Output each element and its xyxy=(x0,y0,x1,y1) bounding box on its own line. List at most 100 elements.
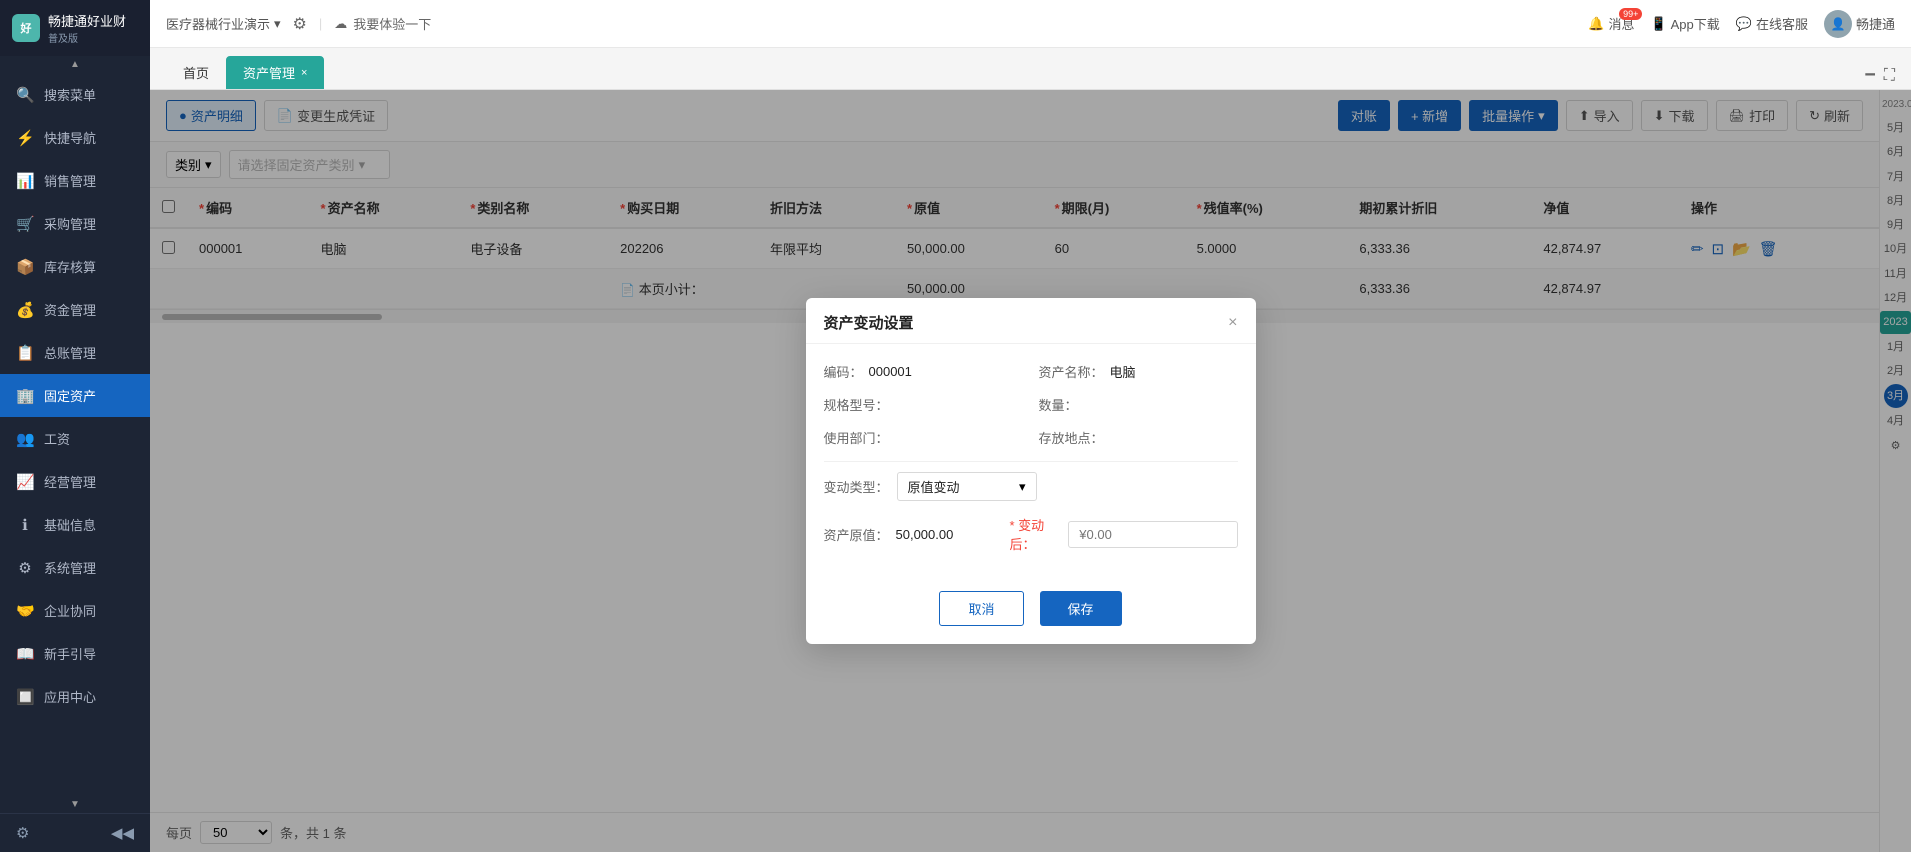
tab-minimize-icon[interactable]: 🗕 xyxy=(1864,62,1875,89)
modal-divider xyxy=(824,461,1238,462)
sidebar-item-system[interactable]: ⚙ 系统管理 xyxy=(0,546,150,589)
modal-after-change-input[interactable] xyxy=(1068,521,1237,548)
user-profile[interactable]: 👤 畅捷通 xyxy=(1824,10,1895,38)
quick-nav-label: 快捷导航 xyxy=(44,128,96,147)
modal-change-type-label: 变动类型： xyxy=(824,477,889,496)
cooperation-label: 企业协同 xyxy=(44,601,96,620)
tab-asset-mgmt[interactable]: 资产管理 × xyxy=(226,56,324,89)
quick-nav-icon: ⚡ xyxy=(16,129,34,147)
basics-label: 基础信息 xyxy=(44,515,96,534)
tabbar: 首页 资产管理 × 🗕 ⛶ xyxy=(150,48,1911,90)
modal-change-type-value: 原值变动 xyxy=(908,477,960,496)
online-service-label: 在线客服 xyxy=(1756,14,1808,33)
sidebar-item-operations[interactable]: 📈 经营管理 xyxy=(0,460,150,503)
modal-original-value-value: 50,000.00 xyxy=(896,527,986,542)
sidebar-item-ledger[interactable]: 📋 总账管理 xyxy=(0,331,150,374)
ledger-label: 总账管理 xyxy=(44,343,96,362)
modal-row-2: 规格型号： 数量： xyxy=(824,395,1238,414)
modal-header: 资产变动设置 × xyxy=(806,298,1256,344)
sidebar-item-purchase[interactable]: 🛒 采购管理 xyxy=(0,202,150,245)
cancel-button[interactable]: 取消 xyxy=(939,591,1023,626)
modal-title: 资产变动设置 xyxy=(824,312,914,333)
sidebar-nav: 🔍 搜索菜单 ⚡ 快捷导航 📊 销售管理 🛒 采购管理 📦 库存核算 💰 资金管… xyxy=(0,73,150,796)
tab-home[interactable]: 首页 xyxy=(166,56,226,89)
sidebar-item-quick-nav[interactable]: ⚡ 快捷导航 xyxy=(0,116,150,159)
main-content: 医疗器械行业演示 ▾ ⚙ | ☁ 我要体验一下 🔔 消息 99+ 📱 App下载… xyxy=(150,0,1911,852)
dropdown-icon: ▾ xyxy=(274,16,281,32)
purchase-icon: 🛒 xyxy=(16,215,34,233)
fixed-assets-icon: 🏢 xyxy=(16,387,34,405)
logo-icon: 好 xyxy=(12,14,40,42)
guide-icon: 📖 xyxy=(16,645,34,663)
topbar-settings-icon[interactable]: ⚙ xyxy=(293,14,307,34)
sales-label: 销售管理 xyxy=(44,171,96,190)
modal-field-asset-name: 资产名称： 电脑 xyxy=(1039,362,1238,381)
search-icon: 🔍 xyxy=(16,86,34,104)
sidebar-item-guide[interactable]: 📖 新手引导 xyxy=(0,632,150,675)
app-download-label: App下载 xyxy=(1671,14,1720,33)
modal-code-value: 000001 xyxy=(869,364,912,379)
modal-row-1: 编码： 000001 资产名称： 电脑 xyxy=(824,362,1238,381)
topbar: 医疗器械行业演示 ▾ ⚙ | ☁ 我要体验一下 🔔 消息 99+ 📱 App下载… xyxy=(150,0,1911,48)
company-name: 医疗器械行业演示 xyxy=(166,14,270,33)
modal-field-spec: 规格型号： xyxy=(824,395,1023,414)
modal-body: 编码： 000001 资产名称： 电脑 规格型号： xyxy=(806,344,1256,577)
asset-mgmt-tab-label: 资产管理 xyxy=(243,63,295,82)
tab-close-icon[interactable]: × xyxy=(301,67,307,79)
modal-code-label: 编码： xyxy=(824,362,863,381)
app-logo: 好 畅捷通好业财 普及版 xyxy=(0,0,150,56)
modal-change-type-chevron: ▾ xyxy=(1019,479,1026,495)
username-label: 畅捷通 xyxy=(1856,14,1895,33)
modal-asset-name-value: 电脑 xyxy=(1110,362,1136,381)
sidebar-item-search[interactable]: 🔍 搜索菜单 xyxy=(0,73,150,116)
company-selector[interactable]: 医疗器械行业演示 ▾ xyxy=(166,14,281,33)
service-icon: 💬 xyxy=(1736,16,1752,32)
modal-row-3: 使用部门： 存放地点： xyxy=(824,428,1238,447)
sidebar-scroll-down[interactable]: ▼ xyxy=(0,796,150,813)
save-button[interactable]: 保存 xyxy=(1040,591,1122,626)
system-label: 系统管理 xyxy=(44,558,96,577)
modal-field-location: 存放地点： xyxy=(1039,428,1238,447)
sidebar-item-finance[interactable]: 💰 资金管理 xyxy=(0,288,150,331)
sidebar-item-cooperation[interactable]: 🤝 企业协同 xyxy=(0,589,150,632)
app-center-icon: 🔲 xyxy=(16,688,34,706)
app-center-label: 应用中心 xyxy=(44,687,96,706)
messages-btn[interactable]: 🔔 消息 99+ xyxy=(1588,14,1634,33)
modal-close-btn[interactable]: × xyxy=(1228,314,1237,332)
sidebar-item-basics[interactable]: ℹ 基础信息 xyxy=(0,503,150,546)
avatar: 👤 xyxy=(1824,10,1852,38)
payroll-label: 工资 xyxy=(44,429,70,448)
sidebar-item-fixed-assets[interactable]: 🏢 固定资产 xyxy=(0,374,150,417)
sidebar-scroll-up[interactable]: ▲ xyxy=(0,56,150,73)
ledger-icon: 📋 xyxy=(16,344,34,362)
sales-icon: 📊 xyxy=(16,172,34,190)
modal-change-type-row: 变动类型： 原值变动 ▾ xyxy=(824,472,1238,501)
download-icon: 📱 xyxy=(1650,16,1666,32)
logo-text: 畅捷通好业财 普及版 xyxy=(48,11,126,45)
collapse-icon[interactable]: ◀◀ xyxy=(111,824,134,842)
sidebar-item-inventory[interactable]: 📦 库存核算 xyxy=(0,245,150,288)
sidebar-item-payroll[interactable]: 👥 工资 xyxy=(0,417,150,460)
sidebar-item-app-center[interactable]: 🔲 应用中心 xyxy=(0,675,150,718)
app-edition: 普及版 xyxy=(48,30,126,45)
system-icon: ⚙ xyxy=(16,559,34,577)
finance-icon: 💰 xyxy=(16,301,34,319)
app-download-btn[interactable]: 📱 App下载 xyxy=(1650,14,1719,33)
operations-icon: 📈 xyxy=(16,473,34,491)
settings-icon[interactable]: ⚙ xyxy=(16,824,29,842)
modal-overlay: 资产变动设置 × 编码： 000001 资产名称： 电脑 xyxy=(150,90,1911,852)
modal-change-type-select[interactable]: 原值变动 ▾ xyxy=(897,472,1037,501)
sidebar-item-sales[interactable]: 📊 销售管理 xyxy=(0,159,150,202)
modal-location-label: 存放地点： xyxy=(1039,428,1104,447)
experience-cloud-icon: ☁ xyxy=(334,16,347,32)
messages-badge: 99+ xyxy=(1619,8,1642,20)
guide-label: 新手引导 xyxy=(44,644,96,663)
sidebar-footer: ⚙ ◀◀ xyxy=(0,813,150,852)
basics-icon: ℹ xyxy=(16,516,34,534)
experience-btn[interactable]: ☁ 我要体验一下 xyxy=(334,14,431,33)
topbar-left: 医疗器械行业演示 ▾ ⚙ | ☁ 我要体验一下 xyxy=(166,14,431,34)
cooperation-icon: 🤝 xyxy=(16,602,34,620)
modal-spec-label: 规格型号： xyxy=(824,395,889,414)
online-service-btn[interactable]: 💬 在线客服 xyxy=(1736,14,1808,33)
tab-maximize-icon[interactable]: ⛶ xyxy=(1884,67,1895,85)
